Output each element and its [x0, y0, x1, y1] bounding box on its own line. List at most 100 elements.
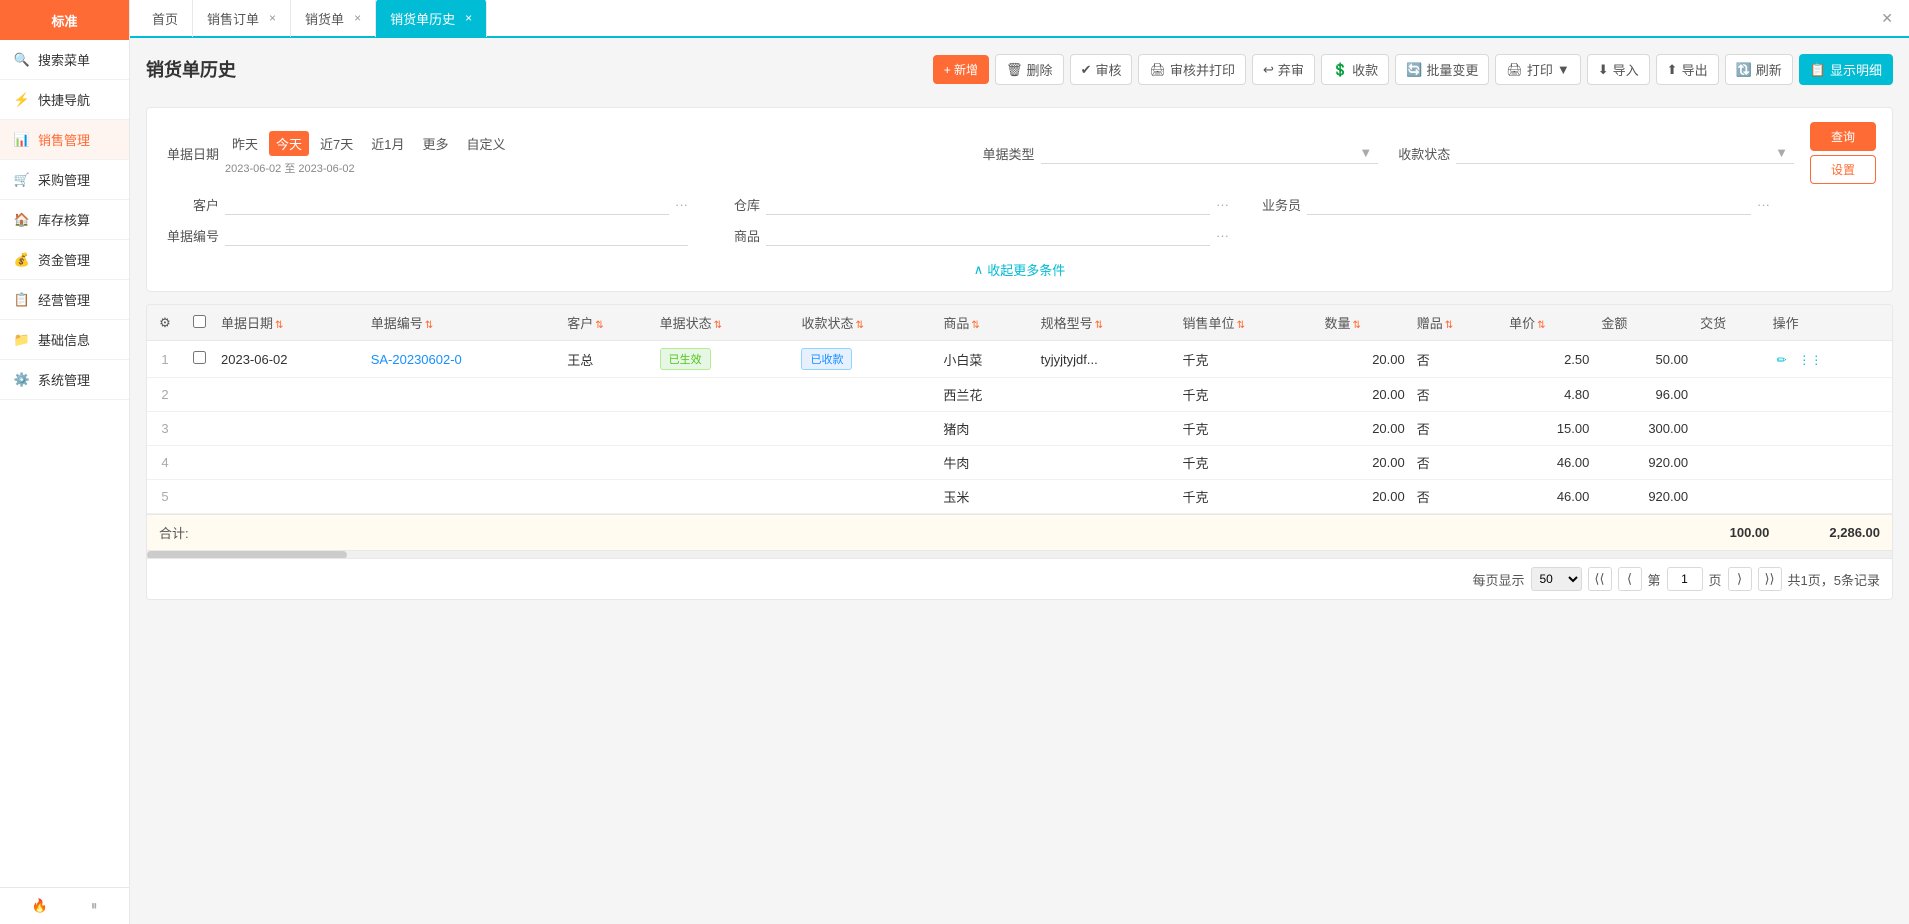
col-customer[interactable]: 客户⇅ — [561, 305, 653, 341]
tab-sales-order[interactable]: 销售订单 × — [193, 0, 291, 37]
settings-button[interactable]: 设置 — [1810, 155, 1876, 184]
export-button[interactable]: ⬆ 导出 — [1656, 54, 1719, 85]
col-price[interactable]: 单价⇅ — [1503, 305, 1595, 341]
tab-sales-order-close[interactable]: × — [269, 11, 276, 25]
batch-change-button[interactable]: 🔄 批量变更 — [1395, 54, 1489, 85]
date-btn-yesterday[interactable]: 昨天 — [225, 131, 265, 156]
filter-payment-status-select[interactable]: ▼ — [1456, 142, 1794, 164]
sidebar-item-sales-mgmt[interactable]: 📊 销售管理 — [0, 120, 129, 160]
staff-dots[interactable]: ··· — [1757, 197, 1770, 212]
collapse-button[interactable]: ∧ 收起更多条件 — [163, 256, 1876, 283]
cell-checkbox[interactable] — [183, 378, 215, 412]
per-page-select[interactable]: 50 100 200 — [1531, 567, 1582, 591]
col-spec[interactable]: 规格型号⇅ — [1035, 305, 1177, 341]
date-btn-custom[interactable]: 自定义 — [460, 131, 513, 156]
col-checkbox[interactable] — [183, 305, 215, 341]
next-page-button[interactable]: ⟩ — [1728, 567, 1752, 591]
sidebar-bottom: 🔥 ⏸ — [0, 887, 129, 924]
more-action[interactable]: ⋮⋮ — [1794, 352, 1826, 368]
cell-doc-status: 已生效 — [654, 341, 796, 378]
show-detail-button[interactable]: 📋 显示明细 — [1799, 54, 1893, 85]
first-page-button[interactable]: ⟨⟨ — [1588, 567, 1612, 591]
tab-sales-goods-history[interactable]: 销货单历史 × — [376, 0, 487, 37]
sidebar-item-label: 库存核算 — [38, 210, 90, 229]
warehouse-dots[interactable]: ··· — [1216, 197, 1229, 212]
col-unit[interactable]: 销售单位⇅ — [1177, 305, 1319, 341]
new-button[interactable]: + 新增 — [933, 55, 989, 84]
cell-goods: 西兰花 — [937, 378, 1034, 412]
doc-no-link[interactable]: SA-20230602-0 — [371, 352, 462, 367]
cell-gift: 否 — [1411, 480, 1503, 514]
cell-price: 4.80 — [1503, 378, 1595, 412]
col-goods[interactable]: 商品⇅ — [937, 305, 1034, 341]
date-btn-more[interactable]: 更多 — [416, 131, 456, 156]
col-quantity[interactable]: 数量⇅ — [1318, 305, 1410, 341]
col-actions: 操作 — [1767, 305, 1892, 341]
tab-sales-goods-close[interactable]: × — [354, 11, 361, 25]
row-checkbox[interactable] — [193, 351, 206, 364]
col-gift[interactable]: 赠品⇅ — [1411, 305, 1503, 341]
horizontal-scrollbar[interactable] — [147, 550, 1892, 558]
col-doc-no[interactable]: 单据编号⇅ — [365, 305, 562, 341]
col-doc-date[interactable]: 单据日期⇅ — [215, 305, 365, 341]
cell-payment-status — [795, 412, 937, 446]
filter-doc-type-select[interactable]: ▼ — [1041, 142, 1379, 164]
cell-quantity: 20.00 — [1318, 446, 1410, 480]
sidebar-collapse-icon[interactable]: 🔥 — [32, 898, 48, 914]
delete-button[interactable]: 🗑 删除 — [995, 54, 1064, 85]
tab-close-all[interactable]: ✕ — [1873, 10, 1901, 27]
refresh-button[interactable]: 🔃 刷新 — [1725, 54, 1793, 85]
tab-home[interactable]: 首页 — [138, 0, 193, 37]
sidebar-item-finance-mgmt[interactable]: 💰 资金管理 — [0, 240, 129, 280]
filter-customer-input[interactable] — [225, 194, 669, 215]
audit-print-button[interactable]: 🖨 审核并打印 — [1138, 54, 1246, 85]
filter-warehouse-input[interactable] — [766, 194, 1210, 215]
sidebar-item-quick-nav[interactable]: ⚡ 快捷导航 — [0, 80, 129, 120]
select-all-checkbox[interactable] — [193, 315, 206, 328]
sidebar-item-search-menu[interactable]: 🔍 搜索菜单 — [0, 40, 129, 80]
prev-page-button[interactable]: ⟨ — [1618, 567, 1642, 591]
cell-actions: ✏ ⋮⋮ — [1767, 341, 1892, 378]
cell-unit: 千克 — [1177, 446, 1319, 480]
customer-dots[interactable]: ··· — [675, 197, 688, 212]
sidebar-item-operation-mgmt[interactable]: 📋 经营管理 — [0, 280, 129, 320]
cell-gift: 否 — [1411, 378, 1503, 412]
table-row: 1 2023-06-02 SA-20230602-0 王总 已生效 已收款 小白… — [147, 341, 1892, 378]
sidebar-pause-icon[interactable]: ⏸ — [91, 898, 98, 914]
cell-actions — [1767, 378, 1892, 412]
cell-checkbox[interactable] — [183, 446, 215, 480]
edit-action[interactable]: ✏ — [1773, 352, 1791, 368]
discard-button[interactable]: ↩ 弃审 — [1252, 54, 1315, 85]
sidebar-item-purchase-mgmt[interactable]: 🛒 采购管理 — [0, 160, 129, 200]
tab-sales-goods[interactable]: 销货单 × — [291, 0, 376, 37]
cell-spec — [1035, 446, 1177, 480]
date-btn-1month[interactable]: 近1月 — [364, 131, 411, 156]
page-input[interactable] — [1667, 567, 1703, 591]
collect-button[interactable]: 💲 收款 — [1321, 54, 1389, 85]
audit-button[interactable]: ✔ 审核 — [1070, 54, 1133, 85]
cell-doc-no — [365, 480, 562, 514]
cell-checkbox[interactable] — [183, 341, 215, 378]
refresh-icon: 🔃 — [1736, 62, 1752, 78]
cell-checkbox[interactable] — [183, 480, 215, 514]
import-button[interactable]: ⬇ 导入 — [1587, 54, 1650, 85]
sidebar-item-label: 资金管理 — [38, 250, 90, 269]
col-payment-status[interactable]: 收款状态⇅ — [795, 305, 937, 341]
query-button[interactable]: 查询 — [1810, 122, 1876, 151]
col-doc-status[interactable]: 单据状态⇅ — [654, 305, 796, 341]
filter-goods-input[interactable] — [766, 225, 1210, 246]
sidebar-item-basic-info[interactable]: 📁 基础信息 — [0, 320, 129, 360]
col-settings[interactable]: ⚙ — [147, 305, 183, 341]
date-btn-today[interactable]: 今天 — [269, 131, 309, 156]
filter-staff-input[interactable] — [1307, 194, 1751, 215]
sidebar-item-system-mgmt[interactable]: ⚙️ 系统管理 — [0, 360, 129, 400]
goods-dots[interactable]: ··· — [1216, 228, 1229, 243]
sidebar-item-inventory-calc[interactable]: 🏠 库存核算 — [0, 200, 129, 240]
tab-sales-goods-history-close[interactable]: × — [465, 11, 472, 25]
filter-doc-no-input[interactable] — [225, 225, 688, 246]
date-btn-7days[interactable]: 近7天 — [313, 131, 360, 156]
print-button[interactable]: 🖨 打印 ▼ — [1495, 54, 1580, 85]
cell-checkbox[interactable] — [183, 412, 215, 446]
cell-doc-date — [215, 412, 365, 446]
last-page-button[interactable]: ⟩⟩ — [1758, 567, 1782, 591]
